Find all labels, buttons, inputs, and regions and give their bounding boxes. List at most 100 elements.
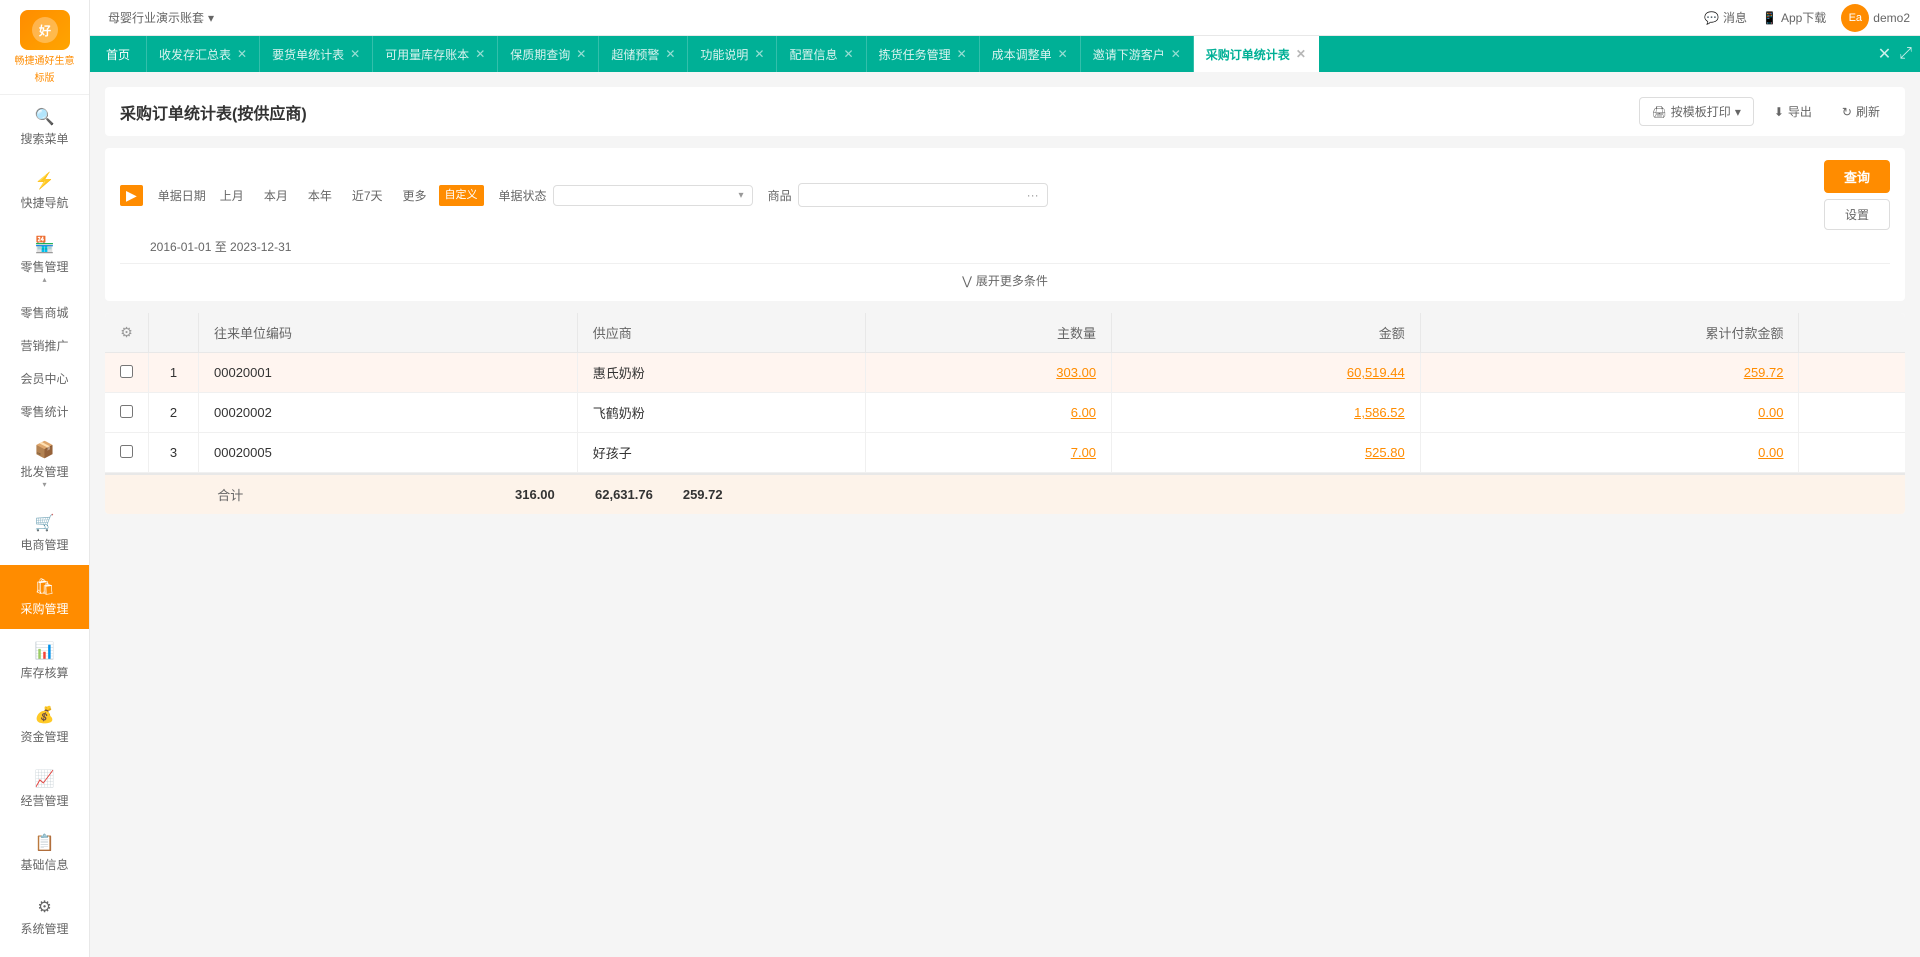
col-amount-header: 金额 [1112,313,1421,353]
tab-overstock-warning[interactable]: 超储预警 ✕ [599,36,688,72]
tab-close-icon[interactable]: ✕ [754,47,764,61]
filter-settings-button[interactable]: 设置 [1824,199,1890,230]
message-btn[interactable]: 💬 消息 [1704,9,1747,26]
sidebar-item-shortcut[interactable]: ⚡快捷导航 [0,159,89,223]
tab-function-desc[interactable]: 功能说明 ✕ [688,36,777,72]
export-button[interactable]: ⬇ 导出 [1764,98,1822,125]
row-supplier: 好孩子 [577,433,865,473]
sidebar-item-retail-stats[interactable]: 零售统计 [0,395,89,428]
user-name: demo2 [1873,11,1910,25]
page-actions: 🖨 按模板打印 ▾ ⬇ 导出 ↻ 刷新 [1639,97,1890,126]
close-all-icon[interactable]: ✕ [1878,44,1891,64]
row-quantity: 303.00 [866,353,1112,393]
sidebar-item-retail[interactable]: 🏪 零售管理 ▴ [0,223,89,296]
date-btn-last-month[interactable]: 上月 [212,185,252,206]
goods-input[interactable] [807,188,1023,202]
row-amount: 525.80 [1112,433,1421,473]
row-checkbox[interactable] [105,393,149,433]
query-button[interactable]: 查询 [1824,160,1890,193]
col-supplier-header: 供应商 [577,313,865,353]
print-button[interactable]: 🖨 按模板打印 ▾ [1639,97,1754,126]
sidebar-item-retail-mall[interactable]: 零售商城 [0,296,89,329]
row-paid: 259.72 [1420,353,1799,393]
date-btn-this-year[interactable]: 本年 [300,185,340,206]
print-icon: 🖨 [1652,105,1667,119]
date-range-row: 2016-01-01 至 2023-12-31 [120,234,1890,255]
app-icon: 📱 [1762,11,1777,25]
row-code: 00020001 [199,353,578,393]
sidebar-item-purchase[interactable]: 🛍采购管理 [0,565,89,629]
tab-invite-downstream[interactable]: 邀请下游客户 ✕ [1081,36,1194,72]
sidebar-item-member[interactable]: 会员中心 [0,362,89,395]
col-paid-header: 累计付款金额 [1420,313,1799,353]
row-code: 00020005 [199,433,578,473]
tab-close-icon[interactable]: ✕ [1296,47,1306,61]
expand-more-btn[interactable]: ⋁ 展开更多条件 [120,263,1890,289]
expand-tab-icon[interactable]: ⤢ [1899,45,1912,63]
date-btn-this-month[interactable]: 本月 [256,185,296,206]
tab-receive-summary[interactable]: 收发存汇总表 ✕ [147,36,260,72]
tab-close-icon[interactable]: ✕ [475,47,485,61]
col-settings-header: ⚙ [105,313,149,353]
sidebar-item-inventory[interactable]: 📊库存核算 [0,629,89,693]
refresh-icon: ↻ [1842,105,1852,119]
row-checkbox[interactable] [105,433,149,473]
sidebar-item-enterprise[interactable]: 🏢企业协同 [0,949,89,957]
tab-home[interactable]: 首页 [90,36,147,72]
sidebar-item-search[interactable]: 🔍搜索菜单 [0,95,89,159]
row-checkbox[interactable] [105,353,149,393]
sidebar-item-marketing[interactable]: 营销推广 [0,329,89,362]
table-row: 1 00020001 惠氏奶粉 303.00 60,519.44 259.72 [105,353,1905,393]
status-select-arrow-icon: ▾ [739,190,744,201]
tab-close-icon[interactable]: ✕ [350,47,360,61]
tab-available-inventory[interactable]: 可用量库存账本 ✕ [373,36,498,72]
tab-close-icon[interactable]: ✕ [665,47,675,61]
tab-close-icon[interactable]: ✕ [1058,47,1068,61]
content-area: 采购订单统计表(按供应商) 🖨 按模板打印 ▾ ⬇ 导出 ↻ 刷新 [90,72,1920,957]
row-quantity: 6.00 [866,393,1112,433]
workspace-selector[interactable]: 母婴行业演示账套 ▾ [100,5,226,30]
tab-close-icon[interactable]: ✕ [576,47,586,61]
status-select[interactable]: ▾ [553,185,753,206]
logo-icon: 好 [20,10,70,50]
sidebar-item-basic[interactable]: 📋基础信息 [0,821,89,885]
tab-cost-adjust[interactable]: 成本调整单 ✕ [980,36,1081,72]
footer-values: 316.00 62,631.76 259.72 [500,487,748,502]
filter-row: ▶ 单据日期 上月 本月 本年 近7天 更多 自定义 单据状 [120,160,1890,230]
table-row: 2 00020002 飞鹤奶粉 6.00 1,586.52 0.00 [105,393,1905,433]
date-buttons: 上月 本月 本年 近7天 更多 自定义 [212,185,484,206]
tab-expiry-query[interactable]: 保质期查询 ✕ [498,36,599,72]
sidebar-item-system[interactable]: ⚙系统管理 [0,885,89,949]
page-header: 采购订单统计表(按供应商) 🖨 按模板打印 ▾ ⬇ 导出 ↻ 刷新 [105,87,1905,136]
tab-pick-task[interactable]: 拣货任务管理 ✕ [867,36,980,72]
date-range-text: 2016-01-01 至 2023-12-31 [150,238,291,255]
tab-goods-summary[interactable]: 要货单统计表 ✕ [260,36,373,72]
refresh-button[interactable]: ↻ 刷新 [1832,98,1890,125]
tab-config-info[interactable]: 配置信息 ✕ [777,36,866,72]
col-quantity-header: 主数量 [866,313,1112,353]
date-btn-7days[interactable]: 近7天 [344,185,391,206]
sidebar-item-ecommerce[interactable]: 🛒电商管理 [0,501,89,565]
date-btn-more[interactable]: 更多 [395,185,435,206]
goods-more-icon[interactable]: ··· [1027,188,1039,202]
main-area: 母婴行业演示账套 ▾ 💬 消息 📱 App下载 Ea demo2 首页 收发存汇… [90,0,1920,957]
status-filter: 单据状态 ▾ [499,185,753,206]
row-extra [1799,353,1905,393]
table-header-row: ⚙ 往来单位编码 供应商 主数量 金额 累计付款金额 [105,313,1905,353]
tab-close-icon[interactable]: ✕ [237,47,247,61]
sidebar-item-operations[interactable]: 📈经营管理 [0,757,89,821]
tab-close-icon[interactable]: ✕ [844,47,854,61]
user-info[interactable]: Ea demo2 [1841,4,1910,32]
filter-toggle[interactable]: ▶ [120,185,143,206]
goods-filter: 商品 ··· [768,183,1048,207]
tab-purchase-summary[interactable]: 采购订单统计表 ✕ [1194,36,1319,72]
row-amount: 1,586.52 [1112,393,1421,433]
col-extra-header [1799,313,1905,353]
app-download-btn[interactable]: 📱 App下载 [1762,9,1826,26]
tab-close-icon[interactable]: ✕ [957,47,967,61]
row-amount: 60,519.44 [1112,353,1421,393]
sidebar-item-finance[interactable]: 💰资金管理 [0,693,89,757]
tab-close-icon[interactable]: ✕ [1171,47,1181,61]
table-settings-icon[interactable]: ⚙ [120,324,133,340]
sidebar-item-wholesale[interactable]: 📦 批发管理 ▾ [0,428,89,501]
